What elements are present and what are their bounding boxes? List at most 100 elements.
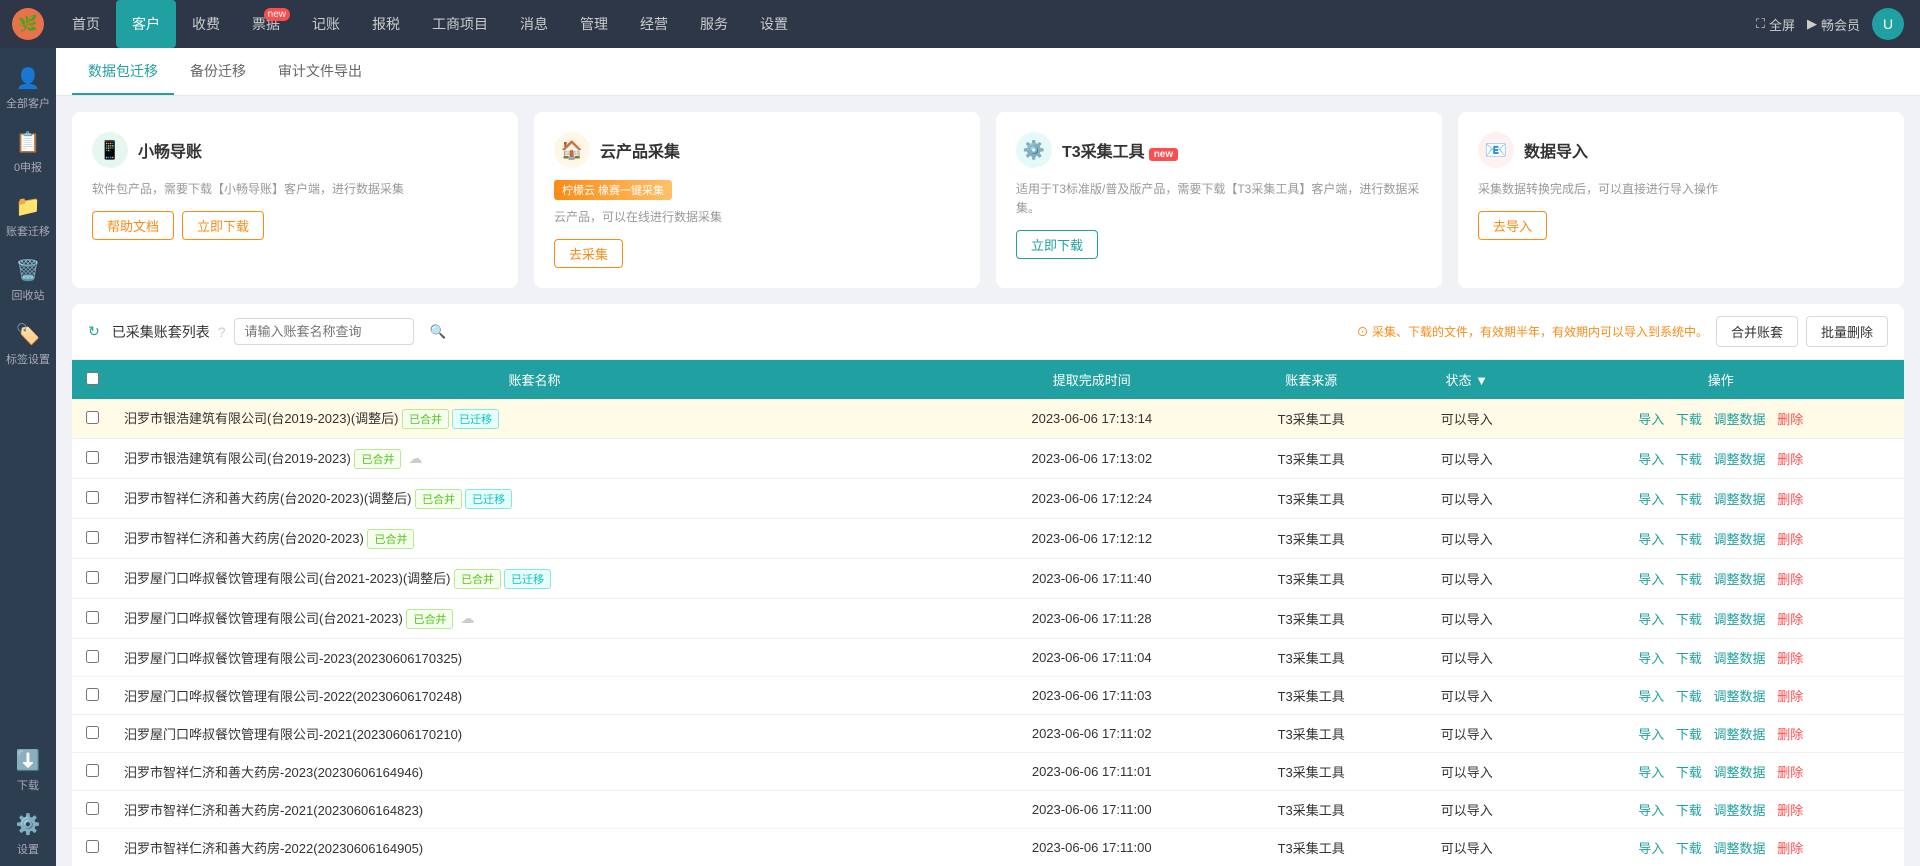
help-icon[interactable]: ? xyxy=(218,324,226,340)
delete-link[interactable]: 删除 xyxy=(1777,572,1803,587)
nav-item-设置[interactable]: 设置 xyxy=(744,0,804,48)
row-checkbox[interactable] xyxy=(86,571,99,584)
delete-link[interactable]: 删除 xyxy=(1777,727,1803,742)
tab-数据包迁移[interactable]: 数据包迁移 xyxy=(72,49,174,95)
import-link[interactable]: 导入 xyxy=(1638,572,1664,587)
row-checkbox[interactable] xyxy=(86,840,99,853)
cloud-icon[interactable]: ☁ xyxy=(460,610,474,626)
import-link[interactable]: 导入 xyxy=(1638,765,1664,780)
row-checkbox[interactable] xyxy=(86,726,99,739)
row-checkbox[interactable] xyxy=(86,802,99,815)
adjust-data-link[interactable]: 调整数据 xyxy=(1714,841,1766,856)
card-action-button[interactable]: 立即下载 xyxy=(1016,230,1098,259)
adjust-data-link[interactable]: 调整数据 xyxy=(1714,651,1766,666)
fullscreen-button[interactable]: ⛶ 全屏 xyxy=(1756,15,1795,34)
nav-item-收费[interactable]: 收费 xyxy=(176,0,236,48)
nav-item-票据[interactable]: 票据new xyxy=(236,0,296,48)
delete-link[interactable]: 删除 xyxy=(1777,841,1803,856)
download-link[interactable]: 下载 xyxy=(1676,651,1702,666)
nav-item-消息[interactable]: 消息 xyxy=(504,0,564,48)
nav-item-首页[interactable]: 首页 xyxy=(56,0,116,48)
nav-item-客户[interactable]: 客户 xyxy=(116,0,176,48)
adjust-data-link[interactable]: 调整数据 xyxy=(1714,612,1766,627)
sidebar-item-0申报[interactable]: 📋0申报 xyxy=(0,120,56,184)
download-link[interactable]: 下载 xyxy=(1676,492,1702,507)
import-link[interactable]: 导入 xyxy=(1638,841,1664,856)
adjust-data-link[interactable]: 调整数据 xyxy=(1714,803,1766,818)
import-link[interactable]: 导入 xyxy=(1638,412,1664,427)
delete-link[interactable]: 删除 xyxy=(1777,612,1803,627)
download-link[interactable]: 下载 xyxy=(1676,841,1702,856)
table-header-4[interactable]: 状态 ▼ xyxy=(1396,360,1537,399)
reload-icon[interactable]: ↻ xyxy=(88,323,100,340)
row-checkbox[interactable] xyxy=(86,451,99,464)
delete-link[interactable]: 删除 xyxy=(1777,532,1803,547)
tab-审计文件导出[interactable]: 审计文件导出 xyxy=(262,49,378,95)
delete-link[interactable]: 删除 xyxy=(1777,452,1803,467)
row-checkbox[interactable] xyxy=(86,491,99,504)
adjust-data-link[interactable]: 调整数据 xyxy=(1714,492,1766,507)
import-link[interactable]: 导入 xyxy=(1638,803,1664,818)
card-action-button[interactable]: 去采集 xyxy=(554,239,623,268)
import-link[interactable]: 导入 xyxy=(1638,727,1664,742)
row-checkbox[interactable] xyxy=(86,764,99,777)
nav-item-工商项目[interactable]: 工商项目 xyxy=(416,0,504,48)
cloud-icon[interactable]: ☁ xyxy=(408,450,422,466)
member-button[interactable]: ▶ 畅会员 xyxy=(1807,15,1860,34)
row-checkbox[interactable] xyxy=(86,688,99,701)
card-action-button[interactable]: 立即下载 xyxy=(182,211,264,240)
nav-item-服务[interactable]: 服务 xyxy=(684,0,744,48)
download-link[interactable]: 下载 xyxy=(1676,803,1702,818)
card-action-button[interactable]: 去导入 xyxy=(1478,211,1547,240)
row-checkbox[interactable] xyxy=(86,611,99,624)
sidebar-item-标签设置[interactable]: 🏷️标签设置 xyxy=(0,312,56,376)
download-link[interactable]: 下载 xyxy=(1676,689,1702,704)
row-checkbox[interactable] xyxy=(86,531,99,544)
sidebar-bottom-item-下载[interactable]: ⬇️下载 xyxy=(0,738,56,802)
nav-item-报税[interactable]: 报税 xyxy=(356,0,416,48)
adjust-data-link[interactable]: 调整数据 xyxy=(1714,727,1766,742)
adjust-data-link[interactable]: 调整数据 xyxy=(1714,412,1766,427)
download-link[interactable]: 下载 xyxy=(1676,612,1702,627)
batch-delete-button[interactable]: 批量删除 xyxy=(1806,316,1888,347)
adjust-data-link[interactable]: 调整数据 xyxy=(1714,452,1766,467)
delete-link[interactable]: 删除 xyxy=(1777,765,1803,780)
import-link[interactable]: 导入 xyxy=(1638,532,1664,547)
delete-link[interactable]: 删除 xyxy=(1777,689,1803,704)
merge-button[interactable]: 合并账套 xyxy=(1716,316,1798,347)
nav-item-管理[interactable]: 管理 xyxy=(564,0,624,48)
download-link[interactable]: 下载 xyxy=(1676,727,1702,742)
search-button[interactable]: 🔍 xyxy=(422,319,455,345)
import-link[interactable]: 导入 xyxy=(1638,689,1664,704)
nav-item-经营[interactable]: 经营 xyxy=(624,0,684,48)
download-link[interactable]: 下载 xyxy=(1676,452,1702,467)
download-link[interactable]: 下载 xyxy=(1676,765,1702,780)
row-checkbox[interactable] xyxy=(86,411,99,424)
import-link[interactable]: 导入 xyxy=(1638,612,1664,627)
delete-link[interactable]: 删除 xyxy=(1777,492,1803,507)
delete-link[interactable]: 删除 xyxy=(1777,803,1803,818)
import-link[interactable]: 导入 xyxy=(1638,492,1664,507)
tab-备份迁移[interactable]: 备份迁移 xyxy=(174,49,262,95)
search-input[interactable] xyxy=(234,318,414,345)
delete-link[interactable]: 删除 xyxy=(1777,412,1803,427)
sidebar-item-回收站[interactable]: 🗑️回收站 xyxy=(0,248,56,312)
sidebar-item-账套迁移[interactable]: 📁账套迁移 xyxy=(0,184,56,248)
card-action-button[interactable]: 帮助文档 xyxy=(92,211,174,240)
logo[interactable]: 🌿 xyxy=(0,0,56,48)
adjust-data-link[interactable]: 调整数据 xyxy=(1714,689,1766,704)
import-link[interactable]: 导入 xyxy=(1638,651,1664,666)
user-avatar[interactable]: U xyxy=(1872,8,1904,40)
delete-link[interactable]: 删除 xyxy=(1777,651,1803,666)
sidebar-item-全部客户[interactable]: 👤全部客户 xyxy=(0,56,56,120)
row-checkbox[interactable] xyxy=(86,650,99,663)
adjust-data-link[interactable]: 调整数据 xyxy=(1714,765,1766,780)
download-link[interactable]: 下载 xyxy=(1676,572,1702,587)
import-link[interactable]: 导入 xyxy=(1638,452,1664,467)
adjust-data-link[interactable]: 调整数据 xyxy=(1714,532,1766,547)
download-link[interactable]: 下载 xyxy=(1676,412,1702,427)
sidebar-bottom-item-设置[interactable]: ⚙️设置 xyxy=(0,802,56,866)
adjust-data-link[interactable]: 调整数据 xyxy=(1714,572,1766,587)
nav-item-记账[interactable]: 记账 xyxy=(296,0,356,48)
select-all-checkbox[interactable] xyxy=(86,372,99,385)
